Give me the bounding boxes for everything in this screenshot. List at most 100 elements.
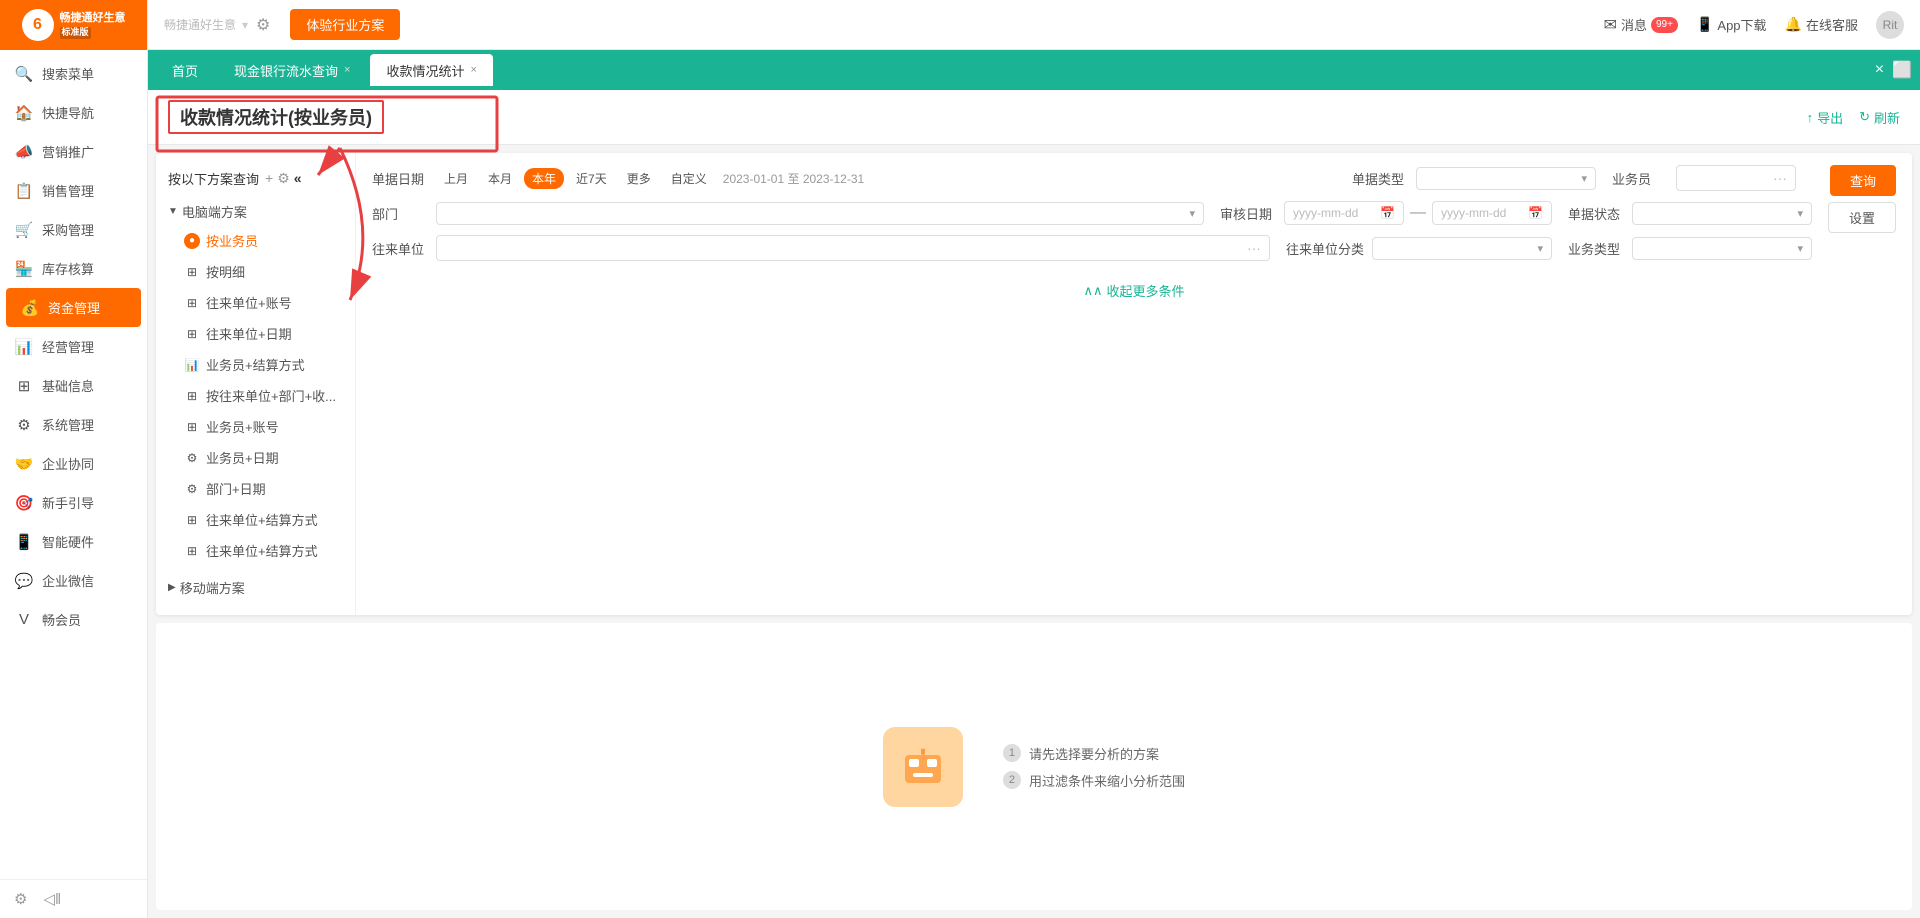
date-tab-this-month[interactable]: 本月 bbox=[480, 168, 520, 189]
sidebar-item-guide[interactable]: 🎯 新手引导 bbox=[0, 483, 147, 522]
solution-btn[interactable]: 体验行业方案 bbox=[290, 9, 400, 40]
query-row-3: 往来单位 ··· 往来单位分类 bbox=[372, 235, 1812, 261]
tab-receipt-stats[interactable]: 收款情况统计 × bbox=[370, 54, 492, 86]
date-range: 2023-01-01 至 2023-12-31 bbox=[723, 170, 864, 187]
audit-date-start[interactable]: yyyy-mm-dd 📅 bbox=[1284, 201, 1404, 225]
tab-bank-flow[interactable]: 现金银行流水查询 × bbox=[218, 54, 366, 86]
partner-type-select[interactable]: ▾ bbox=[1372, 237, 1552, 260]
collapse-bar[interactable]: ∧∧ 收起更多条件 bbox=[372, 273, 1896, 308]
query-btn[interactable]: 查询 bbox=[1830, 165, 1896, 196]
tab-receipt-stats-close[interactable]: × bbox=[470, 64, 476, 76]
date-tab-this-year[interactable]: 本年 bbox=[524, 168, 564, 189]
export-btn[interactable]: ↑ 导出 bbox=[1807, 108, 1844, 127]
dept-select[interactable]: ▾ bbox=[436, 202, 1204, 225]
setting-btn[interactable]: 设置 bbox=[1828, 202, 1896, 233]
tabbar: 首页 现金银行流水查询 × 收款情况统计 × × ⬜ bbox=[148, 50, 1920, 90]
app-download-btn[interactable]: 📱 App下载 bbox=[1696, 15, 1767, 34]
scheme-item-partner-date[interactable]: ⊞ 往来单位+日期 bbox=[156, 318, 355, 349]
sidebar-item-marketing[interactable]: 📣 营销推广 bbox=[0, 132, 147, 171]
date-tab-custom[interactable]: 自定义 bbox=[663, 168, 715, 189]
scheme-item-partner-settle1[interactable]: ⊞ 往来单位+结算方式 bbox=[156, 504, 355, 535]
sidebar-item-inventory[interactable]: 🏪 库存核算 bbox=[0, 249, 147, 288]
audit-date-field: 审核日期 yyyy-mm-dd 📅 — yyyy-mm-dd bbox=[1220, 201, 1552, 225]
sidebar-item-management[interactable]: 📊 经营管理 bbox=[0, 327, 147, 366]
scheme-group-mobile-header[interactable]: ▶ 移动端方案 bbox=[156, 574, 355, 601]
biz-type-select[interactable]: ▾ bbox=[1632, 237, 1812, 260]
doc-status-select[interactable]: ▾ bbox=[1632, 202, 1812, 225]
collapse-sidebar-btn[interactable]: ◁‖ bbox=[43, 890, 61, 908]
sidebar-item-collab[interactable]: 🤝 企业协同 bbox=[0, 444, 147, 483]
topbar-settings-icon[interactable]: ⚙ bbox=[256, 15, 270, 35]
scheme-add-btn[interactable]: + bbox=[265, 170, 273, 187]
refresh-btn[interactable]: ↻ 刷新 bbox=[1859, 108, 1900, 127]
scheme-item-by-salesman[interactable]: ● 按业务员 bbox=[156, 225, 355, 256]
sidebar-item-member[interactable]: V 畅会员 bbox=[0, 600, 147, 639]
tab-bank-flow-close[interactable]: × bbox=[344, 64, 350, 76]
sidebar-item-finance[interactable]: 💰 资金管理 bbox=[6, 288, 141, 327]
empty-tip-1-text: 请先选择要分析的方案 bbox=[1029, 744, 1159, 763]
date-tabs: 上月 本月 本年 近7天 更多 自定义 2023-01-01 至 2023-12… bbox=[436, 168, 864, 189]
sidebar-item-search[interactable]: 🔍 搜索菜单 bbox=[0, 54, 147, 93]
page-actions: ↑ 导出 ↻ 刷新 bbox=[1807, 108, 1900, 127]
scheme-item-icon: ⊞ bbox=[184, 513, 200, 527]
date-tab-last-month[interactable]: 上月 bbox=[436, 168, 476, 189]
scheme-item-partner-dept[interactable]: ⊞ 按往来单位+部门+收... bbox=[156, 380, 355, 411]
sidebar-item-hardware[interactable]: 📱 智能硬件 bbox=[0, 522, 147, 561]
sales-icon: 📋 bbox=[14, 182, 34, 200]
scheme-group-desktop: ▼ 电脑端方案 ● 按业务员 ⊞ 按明细 ⊞ 往来单位+账号 bbox=[156, 194, 355, 570]
sidebar-item-label: 采购管理 bbox=[42, 220, 94, 239]
topbar-search-area: 畅捷通好生意 ▾ ⚙ 体验行业方案 bbox=[164, 9, 1592, 40]
scheme-item-icon: ⊞ bbox=[184, 544, 200, 558]
scheme-item-salesman-account[interactable]: ⊞ 业务员+账号 bbox=[156, 411, 355, 442]
clock-icon: ⚙ bbox=[184, 482, 200, 496]
more-dots-icon[interactable]: ··· bbox=[1247, 240, 1261, 256]
scheme-settings-btn[interactable]: ⚙ bbox=[277, 170, 290, 187]
doc-status-field: 单据状态 ▾ bbox=[1568, 202, 1812, 225]
scheme-item-partner-account[interactable]: ⊞ 往来单位+账号 bbox=[156, 287, 355, 318]
audit-date-end[interactable]: yyyy-mm-dd 📅 bbox=[1432, 201, 1552, 225]
msg-badge: 99+ bbox=[1651, 17, 1678, 33]
sidebar-item-quicknav[interactable]: 🏠 快捷导航 bbox=[0, 93, 147, 132]
sidebar-item-sales[interactable]: 📋 销售管理 bbox=[0, 171, 147, 210]
online-service-btn[interactable]: 🔔 在线客服 bbox=[1785, 15, 1858, 34]
salesman-select[interactable]: ··· bbox=[1676, 165, 1796, 191]
tab-home[interactable]: 首页 bbox=[156, 54, 214, 86]
calendar-icon: 📅 bbox=[1528, 206, 1543, 220]
tab-home-label: 首页 bbox=[172, 61, 198, 80]
scheme-item-partner-settle2[interactable]: ⊞ 往来单位+结算方式 bbox=[156, 535, 355, 566]
scheme-item-dept-date[interactable]: ⚙ 部门+日期 bbox=[156, 473, 355, 504]
scheme-group-desktop-header[interactable]: ▼ 电脑端方案 bbox=[156, 198, 355, 225]
sidebar-item-base-info[interactable]: ⊞ 基础信息 bbox=[0, 366, 147, 405]
query-fields-area: 单据日期 上月 本月 本年 近7天 更多 自定义 bbox=[372, 165, 1812, 261]
management-icon: 📊 bbox=[14, 338, 34, 356]
user-avatar[interactable]: Rit bbox=[1876, 11, 1904, 39]
tabbar-win-controls: × ⬜ bbox=[1875, 60, 1912, 80]
sidebar-item-system[interactable]: ⚙ 系统管理 bbox=[0, 405, 147, 444]
scheme-item-label: 往来单位+日期 bbox=[206, 324, 292, 343]
close-win-btn[interactable]: × bbox=[1875, 61, 1884, 79]
scheme-collapse-btn[interactable]: « bbox=[294, 170, 302, 187]
scheme-item-icon: ⊞ bbox=[184, 420, 200, 434]
partner-select[interactable]: ··· bbox=[436, 235, 1270, 261]
sidebar-item-label: 企业协同 bbox=[42, 454, 94, 473]
dept-field: 部门 ▾ bbox=[372, 202, 1204, 225]
partner-label: 往来单位 bbox=[372, 239, 428, 258]
msg-label: 消息 bbox=[1621, 15, 1647, 34]
sidebar-item-wechat[interactable]: 💬 企业微信 bbox=[0, 561, 147, 600]
scheme-item-salesman-date[interactable]: ⚙ 业务员+日期 bbox=[156, 442, 355, 473]
date-tab-more[interactable]: 更多 bbox=[619, 168, 659, 189]
scheme-item-salesman-settlement[interactable]: 📊 业务员+结算方式 bbox=[156, 349, 355, 380]
doc-type-select[interactable]: ▾ bbox=[1416, 167, 1596, 190]
collapse-up-icon: ∧∧ bbox=[1083, 283, 1102, 299]
chart-icon: 📊 bbox=[184, 358, 200, 372]
sidebar-item-purchase[interactable]: 🛒 采购管理 bbox=[0, 210, 147, 249]
scheme-item-detail[interactable]: ⊞ 按明细 bbox=[156, 256, 355, 287]
sidebar-item-label: 库存核算 bbox=[42, 259, 94, 278]
date-tab-7days[interactable]: 近7天 bbox=[568, 168, 615, 189]
scheme-item-label: 往来单位+结算方式 bbox=[206, 510, 318, 529]
more-dots-icon[interactable]: ··· bbox=[1773, 170, 1787, 186]
partner-field: 往来单位 ··· bbox=[372, 235, 1270, 261]
settings-bottom-btn[interactable]: ⚙ bbox=[14, 890, 27, 908]
maximize-win-btn[interactable]: ⬜ bbox=[1892, 60, 1912, 80]
msg-btn[interactable]: ✉ 消息 99+ bbox=[1604, 15, 1678, 35]
